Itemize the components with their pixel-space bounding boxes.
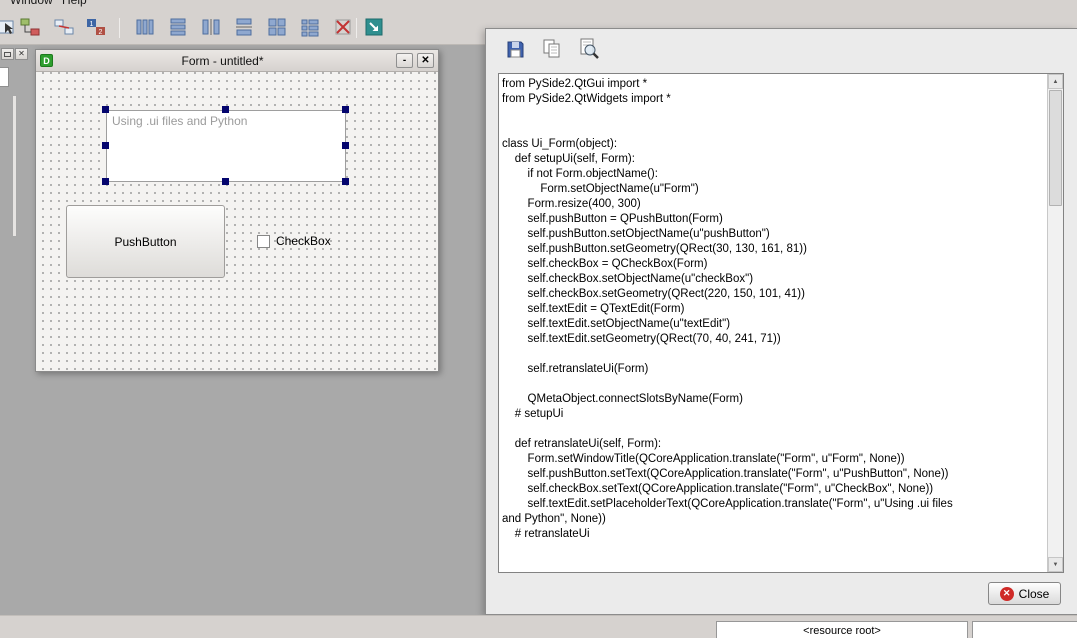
- resource-root-item[interactable]: <resource root>: [716, 621, 968, 638]
- selection-handle[interactable]: [102, 142, 109, 149]
- selection-handle[interactable]: [102, 106, 109, 113]
- find-icon: [577, 37, 601, 61]
- edit-signals-slots-icon: [19, 16, 41, 38]
- svg-text:1: 1: [90, 21, 94, 28]
- widgetbox-filter-field[interactable]: [0, 67, 9, 87]
- selection-handle[interactable]: [222, 178, 229, 185]
- qt-designer-window: Window Help 12: [0, 0, 1077, 638]
- textedit-widget[interactable]: Using .ui files and Python: [106, 110, 346, 182]
- menu-window[interactable]: Window: [10, 0, 53, 7]
- float-icon: [4, 52, 11, 57]
- save-button[interactable]: [502, 36, 528, 62]
- layout-vertical-splitter-icon: [233, 16, 255, 38]
- code-view[interactable]: from PySide2.QtGui import *from PySide2.…: [498, 73, 1064, 573]
- edit-widgets-button[interactable]: [0, 14, 18, 40]
- form-window-title: Form - untitled*: [53, 54, 392, 68]
- selection-handle[interactable]: [342, 106, 349, 113]
- toolbar-separator: [356, 18, 357, 38]
- layout-vertical-splitter-button[interactable]: [232, 14, 256, 40]
- dock-close-button[interactable]: ✕: [15, 48, 28, 60]
- svg-text:2: 2: [99, 29, 103, 36]
- layout-grid-button[interactable]: [265, 14, 289, 40]
- close-x-icon: ✕: [1000, 587, 1014, 601]
- break-layout-icon: [332, 16, 354, 38]
- save-icon: [504, 38, 526, 60]
- layout-vertical-button[interactable]: [166, 14, 190, 40]
- code-text: from PySide2.QtGui import *from PySide2.…: [499, 74, 1047, 572]
- checkbox-widget[interactable]: CheckBox: [257, 234, 331, 248]
- edit-buddies-icon: [53, 16, 75, 38]
- layout-grid-icon: [266, 16, 288, 38]
- resource-panel-cell: [972, 621, 1077, 638]
- selection-handle[interactable]: [102, 178, 109, 185]
- form-editor-window: D Form - untitled* - ✕ Using .ui files a…: [35, 49, 439, 372]
- layout-horizontal-splitter-icon: [200, 16, 222, 38]
- menu-help[interactable]: Help: [62, 0, 87, 7]
- selection-handle[interactable]: [342, 178, 349, 185]
- dialog-close-button[interactable]: ✕ Close: [988, 582, 1061, 605]
- designer-form-icon: D: [40, 54, 53, 67]
- find-button[interactable]: [576, 36, 602, 62]
- edit-tab-order-icon: 12: [85, 16, 107, 38]
- edit-buddies-button[interactable]: [52, 14, 76, 40]
- code-viewer-toolbar: [502, 36, 602, 62]
- toolbar-separator: [119, 18, 120, 38]
- break-layout-button[interactable]: [331, 14, 355, 40]
- form-window-titlebar[interactable]: D Form - untitled* - ✕: [36, 50, 438, 72]
- checkbox-label: CheckBox: [276, 234, 331, 248]
- selection-handle[interactable]: [342, 142, 349, 149]
- menubar: Window Help: [0, 0, 1077, 8]
- edit-signals-slots-button[interactable]: [18, 14, 42, 40]
- scroll-up-button[interactable]: ▲: [1048, 74, 1063, 89]
- layout-vertical-icon: [167, 16, 189, 38]
- code-viewer-dialog: from PySide2.QtGui import *from PySide2.…: [485, 28, 1077, 615]
- widgetbox-scrollbar[interactable]: [12, 95, 17, 237]
- layout-horizontal-icon: [134, 16, 156, 38]
- layout-form-icon: [299, 16, 321, 38]
- layout-horizontal-splitter-button[interactable]: [199, 14, 223, 40]
- copy-button[interactable]: [539, 36, 565, 62]
- close-button-label: Close: [1019, 587, 1050, 601]
- minimize-button[interactable]: -: [396, 53, 413, 68]
- adjust-size-button[interactable]: [362, 14, 386, 40]
- selection-handle[interactable]: [222, 106, 229, 113]
- bottom-panel: <resource root>: [0, 615, 1077, 638]
- dock-float-button[interactable]: [1, 48, 14, 60]
- textedit-placeholder: Using .ui files and Python: [107, 111, 345, 131]
- layout-horizontal-button[interactable]: [133, 14, 157, 40]
- vertical-scrollbar[interactable]: ▲ ▼: [1047, 74, 1063, 572]
- edit-widgets-icon: [0, 16, 17, 38]
- scrollbar-thumb[interactable]: [1049, 90, 1062, 206]
- copy-icon: [540, 37, 564, 61]
- window-close-button[interactable]: ✕: [417, 53, 434, 68]
- pushbutton-widget[interactable]: PushButton: [66, 205, 225, 278]
- layout-form-button[interactable]: [298, 14, 322, 40]
- scroll-down-button[interactable]: ▼: [1048, 557, 1063, 572]
- checkbox-indicator[interactable]: [257, 235, 270, 248]
- adjust-size-icon: [363, 16, 385, 38]
- form-canvas[interactable]: Using .ui files and Python PushButton Ch…: [36, 72, 438, 371]
- edit-tab-order-button[interactable]: 12: [84, 14, 108, 40]
